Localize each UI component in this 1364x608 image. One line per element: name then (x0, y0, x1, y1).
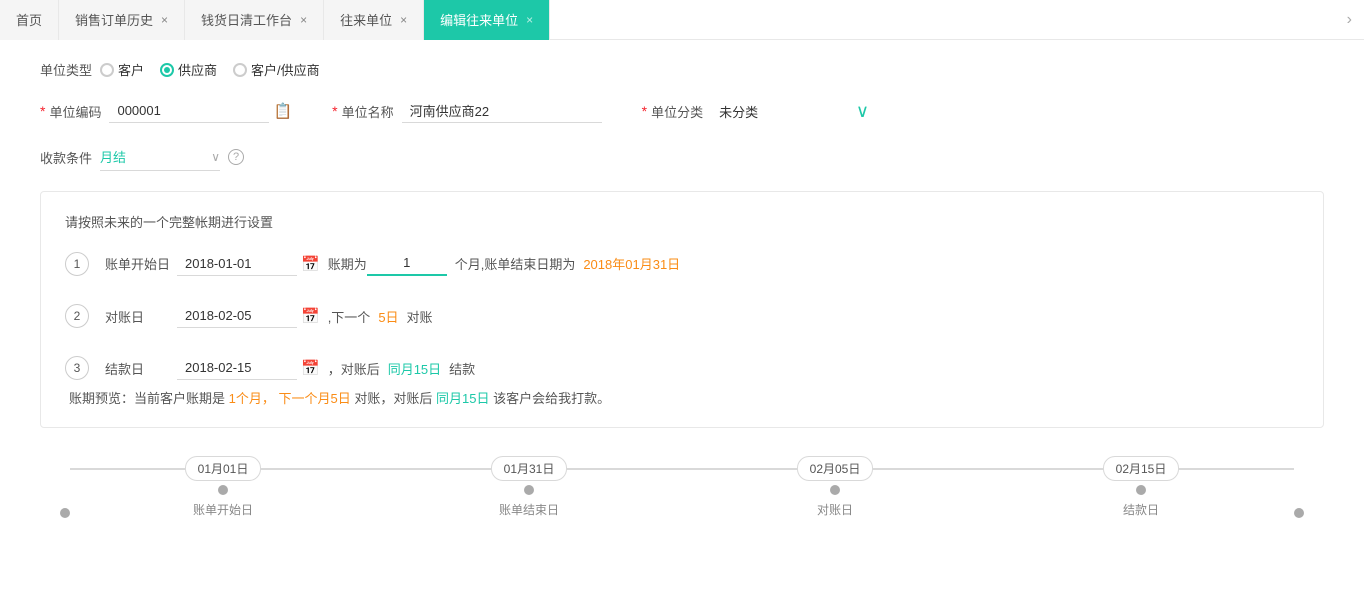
payment-terms-value: 月结 (100, 143, 211, 170)
unit-code-star: * (40, 103, 45, 119)
tab-home[interactable]: 首页 (0, 0, 59, 40)
payment-terms-label: 收款条件 (40, 148, 92, 167)
tab-home-label: 首页 (16, 10, 42, 29)
unit-category-star: * (642, 103, 647, 119)
unit-name-star: * (332, 103, 337, 119)
timeline-node-4: 02月15日 结款日 (1103, 456, 1180, 518)
unit-code-label: 单位编码 (49, 102, 101, 121)
preview-mid: 对账，对账后 (354, 391, 432, 406)
unit-category-label: 单位分类 (651, 102, 703, 121)
timeline-label-3: 对账日 (817, 501, 853, 518)
radio-supplier-label: 供应商 (178, 60, 217, 79)
tab-partner-unit-label: 往来单位 (340, 10, 392, 29)
radio-supplier-circle (160, 63, 174, 77)
tab-cash-work-label: 钱货日清工作台 (201, 10, 292, 29)
tabs-bar: 首页 销售订单历史 × 钱货日清工作台 × 往来单位 × 编辑往来单位 × › (0, 0, 1364, 40)
recon-date-calendar-icon[interactable]: 📅 (301, 307, 320, 325)
recon-highlight: 5日 (378, 307, 398, 326)
tab-arrow[interactable]: › (1335, 11, 1364, 29)
payment-terms-row: 收款条件 月结 ∨ ? (40, 143, 1324, 171)
radio-both-label: 客户/供应商 (251, 60, 320, 79)
tab-cash-work[interactable]: 钱货日清工作台 × (185, 0, 324, 40)
preview-payment-date: 同月15日 (436, 391, 489, 406)
setting-num-2: 2 (65, 304, 89, 328)
setting-desc-2a: ,下一个 (328, 307, 371, 326)
tab-edit-partner[interactable]: 编辑往来单位 × (424, 0, 550, 40)
setting-desc-1b: 个月,账单结束日期为 (455, 254, 576, 273)
setting-row-2: 2 对账日 📅 ,下一个 5日 对账 (65, 304, 1299, 328)
tab-sales-history-label: 销售订单历史 (75, 10, 153, 29)
tab-partner-unit-close[interactable]: × (400, 13, 407, 27)
radio-both-circle (233, 63, 247, 77)
payment-date-calendar-icon[interactable]: 📅 (301, 359, 320, 377)
setting-label-2: 对账日 (105, 307, 165, 326)
timeline-label-2: 账单结束日 (499, 501, 559, 518)
timeline-node-2: 01月31日 账单结束日 (491, 456, 568, 518)
start-date-input[interactable] (177, 252, 297, 276)
unit-code-icon[interactable]: 📋 (273, 102, 292, 120)
unit-code-group: * 单位编码 📋 (40, 99, 292, 123)
timeline-label-1: 账单开始日 (193, 501, 253, 518)
setting-desc-2b: 对账 (407, 307, 433, 326)
radio-customer-circle (100, 63, 114, 77)
tab-edit-partner-close[interactable]: × (526, 13, 533, 27)
tab-sales-history-close[interactable]: × (161, 13, 168, 27)
month-input[interactable] (367, 251, 447, 276)
preview-recon-date: 下一个月5日 (279, 391, 351, 406)
setting-desc-1a: 账期为 (328, 254, 367, 273)
timeline-container: 01月01日 账单开始日 01月31日 账单结束日 02月05日 对账日 (40, 456, 1324, 518)
unit-name-input[interactable] (402, 99, 602, 123)
unit-category-value: 未分类 (719, 102, 848, 121)
radio-group-unit-type: 客户 供应商 客户/供应商 (100, 60, 320, 79)
payment-terms-help-icon[interactable]: ? (228, 149, 244, 165)
tab-edit-partner-label: 编辑往来单位 (440, 10, 518, 29)
unit-code-input[interactable] (109, 99, 269, 123)
payment-terms-chevron-icon[interactable]: ∨ (211, 150, 220, 164)
unit-fields-row: * 单位编码 📋 * 单位名称 * 单位分类 未分类 ∨ (40, 99, 1324, 123)
tab-sales-history[interactable]: 销售订单历史 × (59, 0, 185, 40)
settings-box: 请按照未来的一个完整帐期进行设置 1 账单开始日 📅 账期为 个月,账单结束日期… (40, 191, 1324, 428)
timeline-label-4: 结款日 (1123, 501, 1159, 518)
unit-category-group: * 单位分类 未分类 ∨ (642, 101, 869, 122)
timeline-node-3: 02月05日 对账日 (797, 456, 874, 518)
timeline-node-1: 01月01日 账单开始日 (185, 456, 262, 518)
unit-type-row: 单位类型 客户 供应商 客户/供应商 (40, 60, 1324, 79)
payment-date-input[interactable] (177, 356, 297, 380)
preview-suffix: 该客户会给我打款。 (493, 391, 610, 406)
preview-label: 账期预览：当前客户账期是 (69, 391, 225, 406)
billing-end-date: 2018年01月31日 (583, 254, 680, 273)
tab-cash-work-close[interactable]: × (300, 13, 307, 27)
timeline-pill-1: 01月01日 (185, 456, 262, 481)
unit-category-select[interactable]: 未分类 ∨ (719, 101, 869, 122)
unit-type-label: 单位类型 (40, 60, 92, 79)
page-content: 单位类型 客户 供应商 客户/供应商 * 单位编码 📋 * 单位名 (0, 40, 1364, 608)
preview-months: 1个月， (229, 391, 275, 406)
unit-name-group: * 单位名称 (332, 99, 601, 123)
setting-label-3: 结款日 (105, 359, 165, 378)
setting-desc-3b: 结款 (449, 359, 475, 378)
unit-category-chevron-icon[interactable]: ∨ (856, 101, 869, 122)
radio-customer-label: 客户 (118, 60, 144, 79)
radio-supplier[interactable]: 供应商 (160, 60, 217, 79)
radio-both[interactable]: 客户/供应商 (233, 60, 320, 79)
payment-terms-select[interactable]: 月结 ∨ (100, 143, 220, 171)
settings-title: 请按照未来的一个完整帐期进行设置 (65, 212, 1299, 231)
timeline-pill-4: 02月15日 (1103, 456, 1180, 481)
payment-highlight: 同月15日 (388, 359, 441, 378)
setting-row-1: 1 账单开始日 📅 账期为 个月,账单结束日期为 2018年01月31日 (65, 251, 1299, 276)
timeline-pill-2: 01月31日 (491, 456, 568, 481)
start-date-calendar-icon[interactable]: 📅 (301, 255, 320, 273)
setting-desc-3a: ，对账后 (328, 359, 380, 378)
preview-row: 账期预览：当前客户账期是 1个月， 下一个月5日 对账，对账后 同月15日 该客… (65, 388, 1299, 407)
setting-label-1: 账单开始日 (105, 254, 165, 273)
timeline-pill-3: 02月05日 (797, 456, 874, 481)
setting-row-3: 3 结款日 📅 ，对账后 同月15日 结款 (65, 356, 1299, 380)
setting-num-1: 1 (65, 252, 89, 276)
radio-customer[interactable]: 客户 (100, 60, 144, 79)
recon-date-input[interactable] (177, 304, 297, 328)
setting-num-3: 3 (65, 356, 89, 380)
unit-name-label: 单位名称 (342, 102, 394, 121)
tab-partner-unit[interactable]: 往来单位 × (324, 0, 424, 40)
